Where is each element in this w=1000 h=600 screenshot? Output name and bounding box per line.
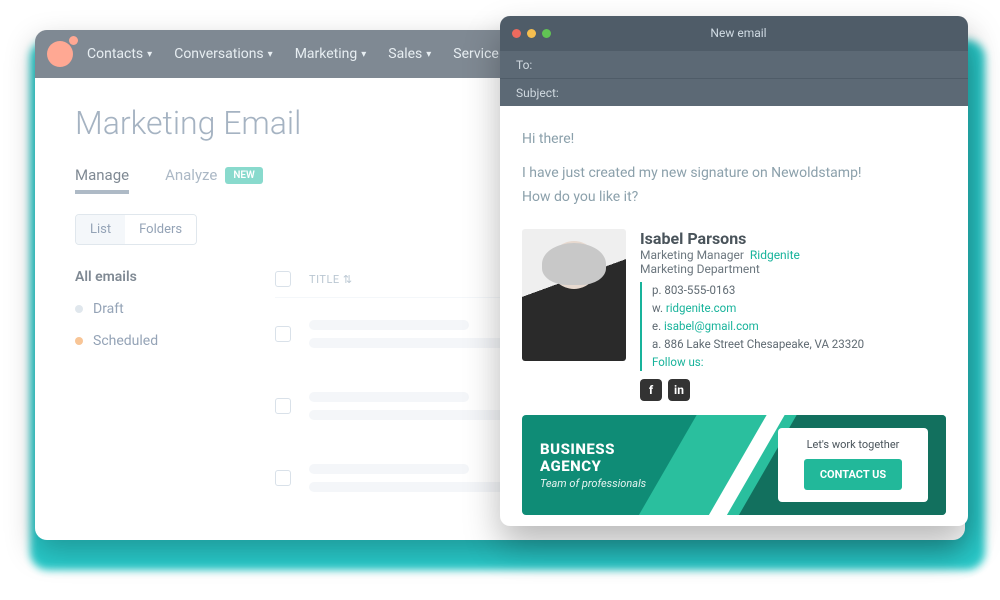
banner-title: BUSINESSAGENCY [540,441,646,476]
status-draft[interactable]: Draft [75,293,245,325]
to-field[interactable]: To: [500,50,968,78]
avatar [522,229,626,361]
contact-us-button[interactable]: CONTACT US [804,459,902,490]
nav-marketing[interactable]: Marketing▾ [295,46,367,62]
email-signature: Isabel Parsons Marketing Manager Ridgeni… [500,229,968,371]
view-toggle: List Folders [75,214,197,245]
body-line: How do you like it? [522,186,946,210]
sig-details: p. 803-555-0163 w. ridgenite.com e. isab… [640,282,864,371]
body-line: I have just created my new signature on … [522,162,946,186]
follow-us-label: Follow us: [652,354,864,372]
row-checkbox[interactable] [275,470,291,486]
email-compose-window: New email To: Subject: Hi there! I have … [500,16,968,526]
nav-sales[interactable]: Sales▾ [388,46,431,62]
sig-website[interactable]: ridgenite.com [666,301,736,315]
select-all-checkbox[interactable] [275,271,291,287]
email-titlebar: New email [500,16,968,50]
nav-contacts[interactable]: Contacts▾ [87,46,152,62]
chevron-down-icon: ▾ [147,49,152,60]
sig-name: Isabel Parsons [640,229,864,248]
sig-email[interactable]: isabel@gmail.com [664,319,759,333]
signature-text: Isabel Parsons Marketing Manager Ridgeni… [640,229,864,371]
chevron-down-icon: ▾ [361,49,366,60]
view-folders-button[interactable]: Folders [125,215,196,244]
nav-conversations[interactable]: Conversations▾ [174,46,273,62]
facebook-icon[interactable]: f [640,379,662,401]
row-checkbox[interactable] [275,398,291,414]
tab-analyze-label: Analyze [165,166,217,184]
banner-caption: Let's work together [790,438,916,451]
sig-dept: Marketing Department [640,262,864,276]
status-all-emails[interactable]: All emails [75,261,245,293]
dot-icon [75,305,83,313]
hubspot-logo-icon [47,41,73,67]
banner-left: BUSINESSAGENCY Team of professionals [540,441,646,491]
sig-company[interactable]: Ridgenite [750,248,800,262]
view-list-button[interactable]: List [76,215,125,244]
status-sidebar: All emails Draft Scheduled [75,261,245,357]
close-icon[interactable] [512,29,521,38]
subject-field[interactable]: Subject: [500,78,968,106]
new-badge: NEW [225,167,263,184]
email-body[interactable]: Hi there! I have just created my new sig… [500,106,968,223]
chevron-down-icon: ▾ [426,49,431,60]
promo-banner: BUSINESSAGENCY Team of professionals Let… [522,415,946,515]
banner-cta-box: Let's work together CONTACT US [778,428,928,502]
social-icons: f in [640,379,968,401]
status-scheduled[interactable]: Scheduled [75,325,245,357]
tab-manage[interactable]: Manage [75,166,129,194]
chevron-down-icon: ▾ [268,49,273,60]
dot-icon [75,337,83,345]
tab-analyze[interactable]: Analyze NEW [165,166,263,194]
banner-subtitle: Team of professionals [540,477,646,490]
row-checkbox[interactable] [275,326,291,342]
body-line: Hi there! [522,128,946,152]
col-title[interactable]: TITLE ⇅ [309,273,353,286]
linkedin-icon[interactable]: in [668,379,690,401]
email-window-title: New email [521,26,956,40]
sig-role: Marketing Manager Ridgenite [640,248,864,262]
